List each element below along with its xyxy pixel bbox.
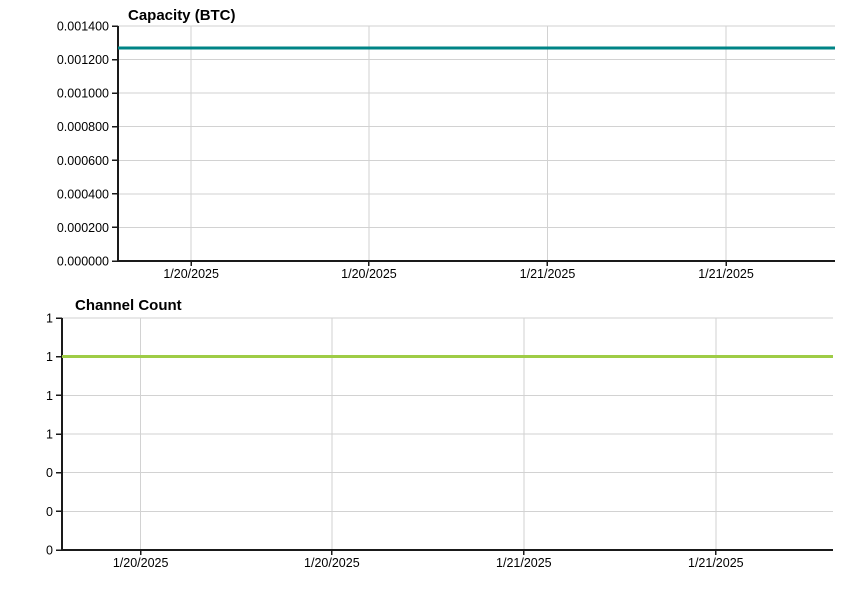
y-tick-label: 0.001000 [57, 87, 109, 101]
channel-count-chart: 1 1 1 1 0 0 0 1/20/2025 1/20/2025 1/21/2025 1/21/2… [46, 312, 833, 570]
x-tick-label: 1/20/2025 [163, 267, 219, 281]
y-tick-label: 1 [46, 312, 53, 326]
channel-count-chart-title: Channel Count [75, 297, 182, 314]
x-tick-label: 1/20/2025 [341, 267, 397, 281]
x-tick-label: 1/21/2025 [496, 556, 552, 570]
y-tick-label: 0.001200 [57, 53, 109, 67]
y-tick-label: 1 [46, 389, 53, 403]
capacity-chart-title: Capacity (BTC) [128, 7, 236, 24]
x-tick-label: 1/21/2025 [698, 267, 754, 281]
capacity-chart: 0.001400 0.001200 0.001000 0.000800 0.000600… [57, 20, 835, 281]
x-tick-label: 1/21/2025 [688, 556, 744, 570]
x-tick-label: 1/20/2025 [304, 556, 360, 570]
charts-canvas: 0.001400 0.001200 0.001000 0.000800 0.000600… [0, 0, 860, 600]
y-tick-label: 0.001400 [57, 20, 109, 34]
y-tick-label: 1 [46, 350, 53, 364]
y-tick-label: 0 [46, 505, 53, 519]
y-tick-label: 1 [46, 428, 53, 442]
y-tick-label: 0.000000 [57, 255, 109, 269]
y-tick-label: 0.000400 [57, 187, 109, 201]
y-tick-label: 0.000200 [57, 221, 109, 235]
y-tick-label: 0.000600 [57, 154, 109, 168]
x-tick-label: 1/21/2025 [520, 267, 576, 281]
y-tick-label: 0 [46, 544, 53, 558]
y-tick-label: 0 [46, 466, 53, 480]
y-tick-label: 0.000800 [57, 120, 109, 134]
x-tick-label: 1/20/2025 [113, 556, 169, 570]
